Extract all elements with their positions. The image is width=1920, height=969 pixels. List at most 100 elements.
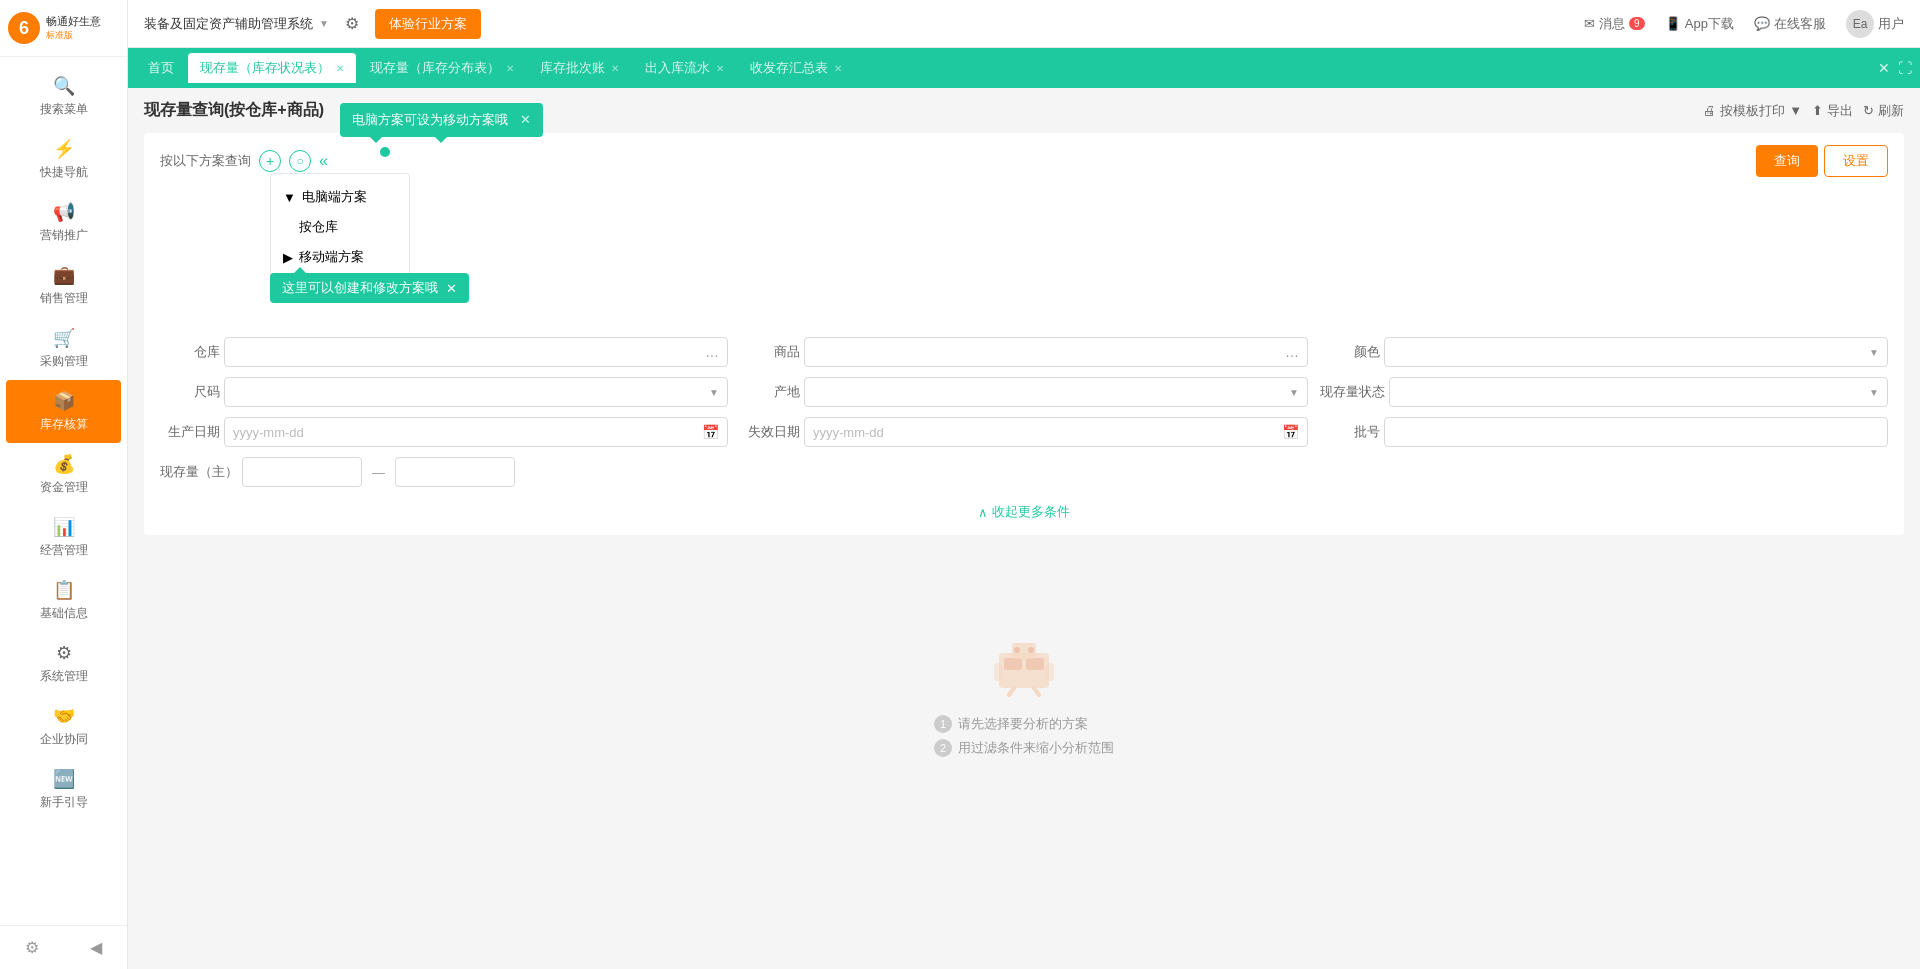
tab-inventory-status[interactable]: 现存量（库存状况表） ✕ bbox=[188, 53, 356, 83]
stock-status-select[interactable]: ▼ bbox=[1389, 377, 1888, 407]
stock-main-to[interactable] bbox=[395, 457, 515, 487]
trial-button[interactable]: 体验行业方案 bbox=[375, 9, 481, 39]
top-header: 装备及固定资产辅助管理系统 ▼ ⚙ 体验行业方案 ✉ 消息 9 📱 App下载 … bbox=[128, 0, 1920, 48]
collapse-arrow-icon: ∧ bbox=[978, 505, 988, 520]
header-settings-btn[interactable]: ⚙ bbox=[345, 14, 359, 33]
print-btn[interactable]: 🖨 按模板打印 ▼ bbox=[1703, 102, 1802, 120]
warehouse-input[interactable]: … bbox=[224, 337, 728, 367]
sidebar-item-marketing[interactable]: 📢 营销推广 bbox=[0, 191, 127, 254]
tab-fullscreen-btn[interactable]: ⛶ bbox=[1898, 60, 1912, 76]
online-service-btn[interactable]: 💬 在线客服 bbox=[1754, 15, 1826, 33]
scheme-collapsed-arrow: ▶ bbox=[283, 250, 293, 265]
empty-hint-2: 2 用过滤条件来缩小分析范围 bbox=[934, 739, 1114, 757]
user-area[interactable]: Ea 用户 bbox=[1846, 10, 1904, 38]
sidebar-item-purchase[interactable]: 🛒 采购管理 bbox=[0, 317, 127, 380]
export-btn[interactable]: ⬆ 导出 bbox=[1812, 102, 1853, 120]
filter-add-btn[interactable]: + bbox=[259, 150, 281, 172]
tab-inout[interactable]: 出入库流水 ✕ bbox=[633, 53, 736, 83]
tab-home[interactable]: 首页 bbox=[136, 53, 186, 83]
filter-field-batch: 批号 bbox=[1320, 417, 1888, 447]
tab-batch[interactable]: 库存批次账 ✕ bbox=[528, 53, 631, 83]
scheme-tooltip-close[interactable]: ✕ bbox=[520, 112, 531, 127]
prod-date-icon: 📅 bbox=[702, 424, 719, 440]
reset-button[interactable]: 设置 bbox=[1824, 145, 1888, 177]
warehouse-more-icon: … bbox=[705, 344, 719, 360]
filter-section: 按以下方案查询 + ○ « 电脑方案可设为移动方案哦 ✕ ▼ 电脑端方案 bbox=[144, 133, 1904, 535]
size-select[interactable]: ▼ bbox=[224, 377, 728, 407]
sidebar-settings-btn[interactable]: ⚙ bbox=[25, 938, 39, 957]
edit-tooltip-close[interactable]: ✕ bbox=[446, 281, 457, 296]
app-download-btn[interactable]: 📱 App下载 bbox=[1665, 15, 1734, 33]
sidebar-menu: 🔍 搜索菜单 ⚡ 快捷导航 📢 营销推广 💼 销售管理 🛒 采购管理 📦 库存核… bbox=[0, 57, 127, 925]
origin-select[interactable]: ▼ bbox=[804, 377, 1308, 407]
expire-date-input[interactable]: yyyy-mm-dd 📅 bbox=[804, 417, 1308, 447]
main-area: 装备及固定资产辅助管理系统 ▼ ⚙ 体验行业方案 ✉ 消息 9 📱 App下载 … bbox=[128, 0, 1920, 969]
filter-field-warehouse: 仓库 … bbox=[160, 337, 728, 367]
tab-close-all-btn[interactable]: ✕ bbox=[1878, 60, 1890, 76]
sidebar-item-guide[interactable]: 🆕 新手引导 bbox=[0, 758, 127, 821]
sidebar-item-enterprise[interactable]: 🤝 企业协同 bbox=[0, 695, 127, 758]
edit-tooltip: 这里可以创建和修改方案哦 ✕ bbox=[270, 273, 469, 303]
quick-icon: ⚡ bbox=[53, 138, 75, 160]
sidebar-item-inventory[interactable]: 📦 库存核算 bbox=[6, 380, 121, 443]
svg-rect-2 bbox=[1026, 658, 1044, 670]
filter-row-3: 生产日期 yyyy-mm-dd 📅 失效日期 yyyy-mm-dd 📅 bbox=[160, 417, 1888, 447]
print-arrow: ▼ bbox=[1789, 103, 1802, 118]
sidebar-item-operations[interactable]: 📊 经营管理 bbox=[0, 506, 127, 569]
message-icon: ✉ bbox=[1584, 16, 1595, 31]
refresh-btn[interactable]: ↻ 刷新 bbox=[1863, 102, 1904, 120]
empty-hint-1: 1 请先选择要分析的方案 bbox=[934, 715, 1114, 733]
tab-close-icon[interactable]: ✕ bbox=[336, 63, 344, 74]
empty-state: 1 请先选择要分析的方案 2 用过滤条件来缩小分析范围 bbox=[144, 543, 1904, 843]
sidebar-item-system[interactable]: ⚙ 系统管理 bbox=[0, 632, 127, 695]
basic-icon: 📋 bbox=[53, 579, 75, 601]
marketing-icon: 📢 bbox=[53, 201, 75, 223]
origin-select-arrow: ▼ bbox=[1289, 387, 1299, 398]
filter-arrow-btn[interactable]: « bbox=[319, 152, 328, 170]
filter-header: 按以下方案查询 + ○ « 电脑方案可设为移动方案哦 ✕ ▼ 电脑端方案 bbox=[160, 145, 1888, 177]
message-btn[interactable]: ✉ 消息 9 bbox=[1584, 15, 1645, 33]
filter-circle-btn[interactable]: ○ bbox=[289, 150, 311, 172]
scheme-item-pc[interactable]: ▼ 电脑端方案 bbox=[271, 182, 409, 212]
refresh-icon: ↻ bbox=[1863, 103, 1874, 118]
operations-icon: 📊 bbox=[53, 516, 75, 538]
sales-icon: 💼 bbox=[53, 264, 75, 286]
sidebar-item-finance[interactable]: 💰 资金管理 bbox=[0, 443, 127, 506]
filter-field-prod-date: 生产日期 yyyy-mm-dd 📅 bbox=[160, 417, 728, 447]
filter-row-1: 仓库 … 商品 … 颜色 bbox=[160, 337, 1888, 367]
filter-field-goods: 商品 … bbox=[740, 337, 1308, 367]
search-button[interactable]: 查询 bbox=[1756, 145, 1818, 177]
tab-close-icon[interactable]: ✕ bbox=[611, 63, 619, 74]
system-icon: ⚙ bbox=[56, 642, 72, 664]
inventory-icon: 📦 bbox=[53, 390, 75, 412]
sidebar-item-search[interactable]: 🔍 搜索菜单 bbox=[0, 65, 127, 128]
page-actions: 🖨 按模板打印 ▼ ⬆ 导出 ↻ 刷新 bbox=[1703, 102, 1904, 120]
collapse-btn[interactable]: ∧ 收起更多条件 bbox=[160, 497, 1888, 523]
scheme-item-mobile[interactable]: ▶ 移动端方案 bbox=[271, 242, 409, 272]
color-select[interactable]: ▼ bbox=[1384, 337, 1888, 367]
tab-close-icon[interactable]: ✕ bbox=[834, 63, 842, 74]
tab-summary[interactable]: 收发存汇总表 ✕ bbox=[738, 53, 854, 83]
sidebar-item-sales[interactable]: 💼 销售管理 bbox=[0, 254, 127, 317]
stock-main-from[interactable] bbox=[242, 457, 362, 487]
enterprise-icon: 🤝 bbox=[53, 705, 75, 727]
scheme-tooltip: 电脑方案可设为移动方案哦 ✕ bbox=[340, 103, 543, 137]
svg-line-9 bbox=[1034, 688, 1039, 695]
batch-input[interactable] bbox=[1384, 417, 1888, 447]
goods-input[interactable]: … bbox=[804, 337, 1308, 367]
tab-close-icon[interactable]: ✕ bbox=[506, 63, 514, 74]
sidebar-collapse-btn[interactable]: ◀ bbox=[90, 938, 102, 957]
sidebar-item-quick[interactable]: ⚡ 快捷导航 bbox=[0, 128, 127, 191]
print-icon: 🖨 bbox=[1703, 103, 1716, 118]
expire-date-icon: 📅 bbox=[1282, 424, 1299, 440]
system-selector[interactable]: 装备及固定资产辅助管理系统 ▼ bbox=[144, 15, 329, 33]
btn-group-right: 查询 设置 bbox=[1756, 145, 1888, 177]
tab-inventory-dist[interactable]: 现存量（库存分布表） ✕ bbox=[358, 53, 526, 83]
sidebar-item-basic[interactable]: 📋 基础信息 bbox=[0, 569, 127, 632]
prod-date-input[interactable]: yyyy-mm-dd 📅 bbox=[224, 417, 728, 447]
page-title: 现存量查询(按仓库+商品) bbox=[144, 100, 324, 121]
tabs-right: ✕ ⛶ bbox=[1878, 60, 1912, 76]
connector-dot bbox=[380, 147, 390, 157]
scheme-sub-item[interactable]: 按仓库 bbox=[271, 212, 409, 242]
tab-close-icon[interactable]: ✕ bbox=[716, 63, 724, 74]
